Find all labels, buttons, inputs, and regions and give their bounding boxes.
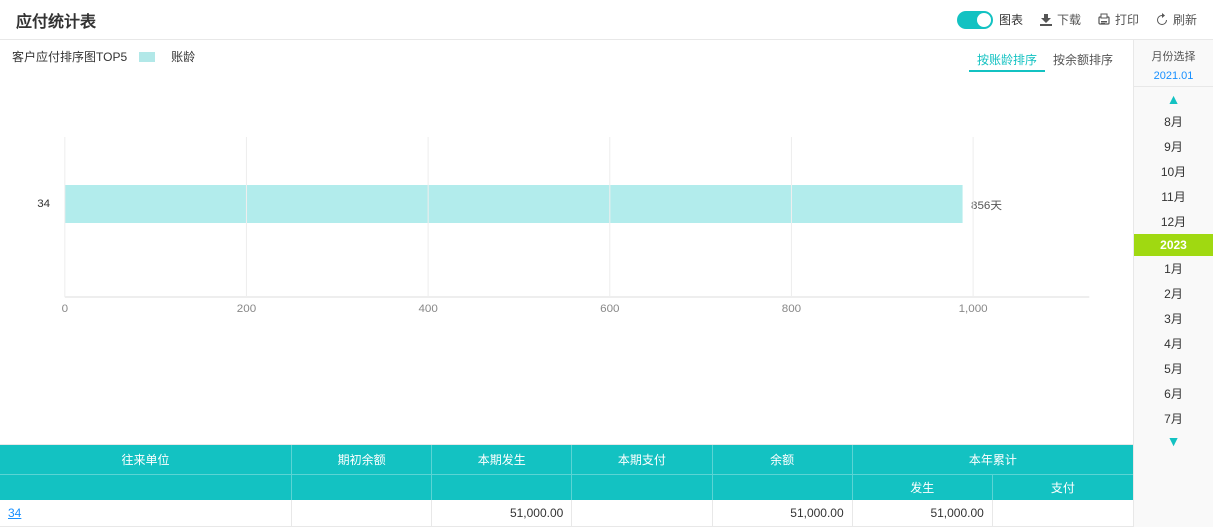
left-panel: 客户应付排序图TOP5 账龄 按账龄排序 按余额排序 34 xyxy=(0,40,1133,527)
sidebar-month-8[interactable]: 8月 xyxy=(1134,109,1213,134)
sidebar-month-9[interactable]: 9月 xyxy=(1134,134,1213,159)
td-occur: 51,000.00 xyxy=(432,500,572,526)
svg-text:800: 800 xyxy=(782,303,801,315)
sidebar-arrow-up[interactable]: ▲ xyxy=(1164,89,1184,109)
svg-text:1,000: 1,000 xyxy=(959,303,988,315)
refresh-icon xyxy=(1155,13,1169,27)
sidebar-month-4[interactable]: 4月 xyxy=(1134,331,1213,356)
sidebar-month-12[interactable]: 12月 xyxy=(1134,209,1213,234)
td-opening xyxy=(292,500,432,526)
sidebar-month-5[interactable]: 5月 xyxy=(1134,356,1213,381)
legend-color-box xyxy=(139,52,155,62)
chart-svg-wrap: 34 856天 0 200 400 600 800 1,000 xyxy=(12,77,1121,357)
td-balance: 51,000.00 xyxy=(713,500,853,526)
chart-section: 客户应付排序图TOP5 账龄 按账龄排序 按余额排序 34 xyxy=(0,40,1133,445)
td-ytd-pay xyxy=(993,500,1133,526)
td-unit: 34 xyxy=(0,500,292,526)
sidebar-title: 月份选择 xyxy=(1150,44,1198,68)
th-balance: 余额 xyxy=(713,445,853,474)
main-content: 客户应付排序图TOP5 账龄 按账龄排序 按余额排序 34 xyxy=(0,40,1213,527)
svg-text:200: 200 xyxy=(237,303,256,315)
sidebar-month-3[interactable]: 3月 xyxy=(1134,306,1213,331)
sidebar-month-10[interactable]: 10月 xyxy=(1134,159,1213,184)
sidebar-month-6[interactable]: 6月 xyxy=(1134,381,1213,406)
table-header-row2: 发生 支付 xyxy=(0,474,1133,500)
sort-by-age-tab[interactable]: 按账龄排序 xyxy=(969,49,1045,72)
table-row: 34 51,000.00 51,000.00 51,000.00 xyxy=(0,500,1133,527)
chart-toggle[interactable] xyxy=(957,11,993,29)
header: 应付统计表 图表 下载 打印 刷新 xyxy=(0,0,1213,40)
th-unit: 往来单位 xyxy=(0,445,292,474)
svg-text:400: 400 xyxy=(418,303,437,315)
chart-toggle-wrap[interactable]: 图表 xyxy=(957,11,1023,29)
table-section: 往来单位 期初余额 本期发生 本期支付 余额 本年累计 发生 支付 xyxy=(0,445,1133,527)
svg-text:600: 600 xyxy=(600,303,619,315)
header-actions: 图表 下载 打印 刷新 xyxy=(957,11,1197,29)
sidebar-month-1[interactable]: 1月 xyxy=(1134,256,1213,281)
sort-tabs: 按账龄排序 按余额排序 xyxy=(969,49,1121,72)
legend-color-label: 账龄 xyxy=(171,48,195,65)
svg-text:0: 0 xyxy=(62,303,68,315)
th-opening: 期初余额 xyxy=(292,445,432,474)
table-header-row1: 往来单位 期初余额 本期发生 本期支付 余额 本年累计 xyxy=(0,445,1133,474)
refresh-button[interactable]: 刷新 xyxy=(1155,11,1197,28)
print-icon xyxy=(1097,13,1111,27)
chart-toggle-label: 图表 xyxy=(999,11,1023,28)
chart-header-row: 客户应付排序图TOP5 账龄 按账龄排序 按余额排序 xyxy=(12,48,1121,73)
sort-by-balance-tab[interactable]: 按余额排序 xyxy=(1045,49,1121,72)
chart-legend: 客户应付排序图TOP5 账龄 xyxy=(12,48,195,65)
td-ytd-occur: 51,000.00 xyxy=(853,500,993,526)
sidebar-month-11[interactable]: 11月 xyxy=(1134,184,1213,209)
sidebar-arrow-down[interactable]: ▼ xyxy=(1164,431,1184,451)
th-ytd-pay: 支付 xyxy=(993,475,1133,500)
sidebar-year-badge[interactable]: 2023 xyxy=(1134,234,1213,256)
app-container: 应付统计表 图表 下载 打印 刷新 xyxy=(0,0,1213,527)
sidebar-current-date[interactable]: 2021.01 xyxy=(1152,68,1196,84)
bar-chart: 34 856天 0 200 400 600 800 1,000 xyxy=(12,77,1121,347)
th-ytd-occur: 发生 xyxy=(853,475,993,500)
svg-text:856天: 856天 xyxy=(971,200,1002,212)
unit-link[interactable]: 34 xyxy=(8,506,21,520)
sidebar-month-2[interactable]: 2月 xyxy=(1134,281,1213,306)
sidebar-divider xyxy=(1134,86,1213,87)
page-title: 应付统计表 xyxy=(16,8,96,32)
legend-title: 客户应付排序图TOP5 xyxy=(12,48,127,65)
td-pay xyxy=(572,500,712,526)
sidebar-month-7[interactable]: 7月 xyxy=(1134,406,1213,431)
print-button[interactable]: 打印 xyxy=(1097,11,1139,28)
th-pay: 本期支付 xyxy=(572,445,712,474)
right-sidebar: 月份选择 2021.01 ▲ 8月 9月 10月 11月 12月 2023 1月… xyxy=(1133,40,1213,527)
download-button[interactable]: 下载 xyxy=(1039,11,1081,28)
th-ytd-group: 本年累计 xyxy=(853,445,1133,474)
th-occur: 本期发生 xyxy=(432,445,572,474)
download-icon xyxy=(1039,13,1053,27)
svg-text:34: 34 xyxy=(37,198,50,210)
